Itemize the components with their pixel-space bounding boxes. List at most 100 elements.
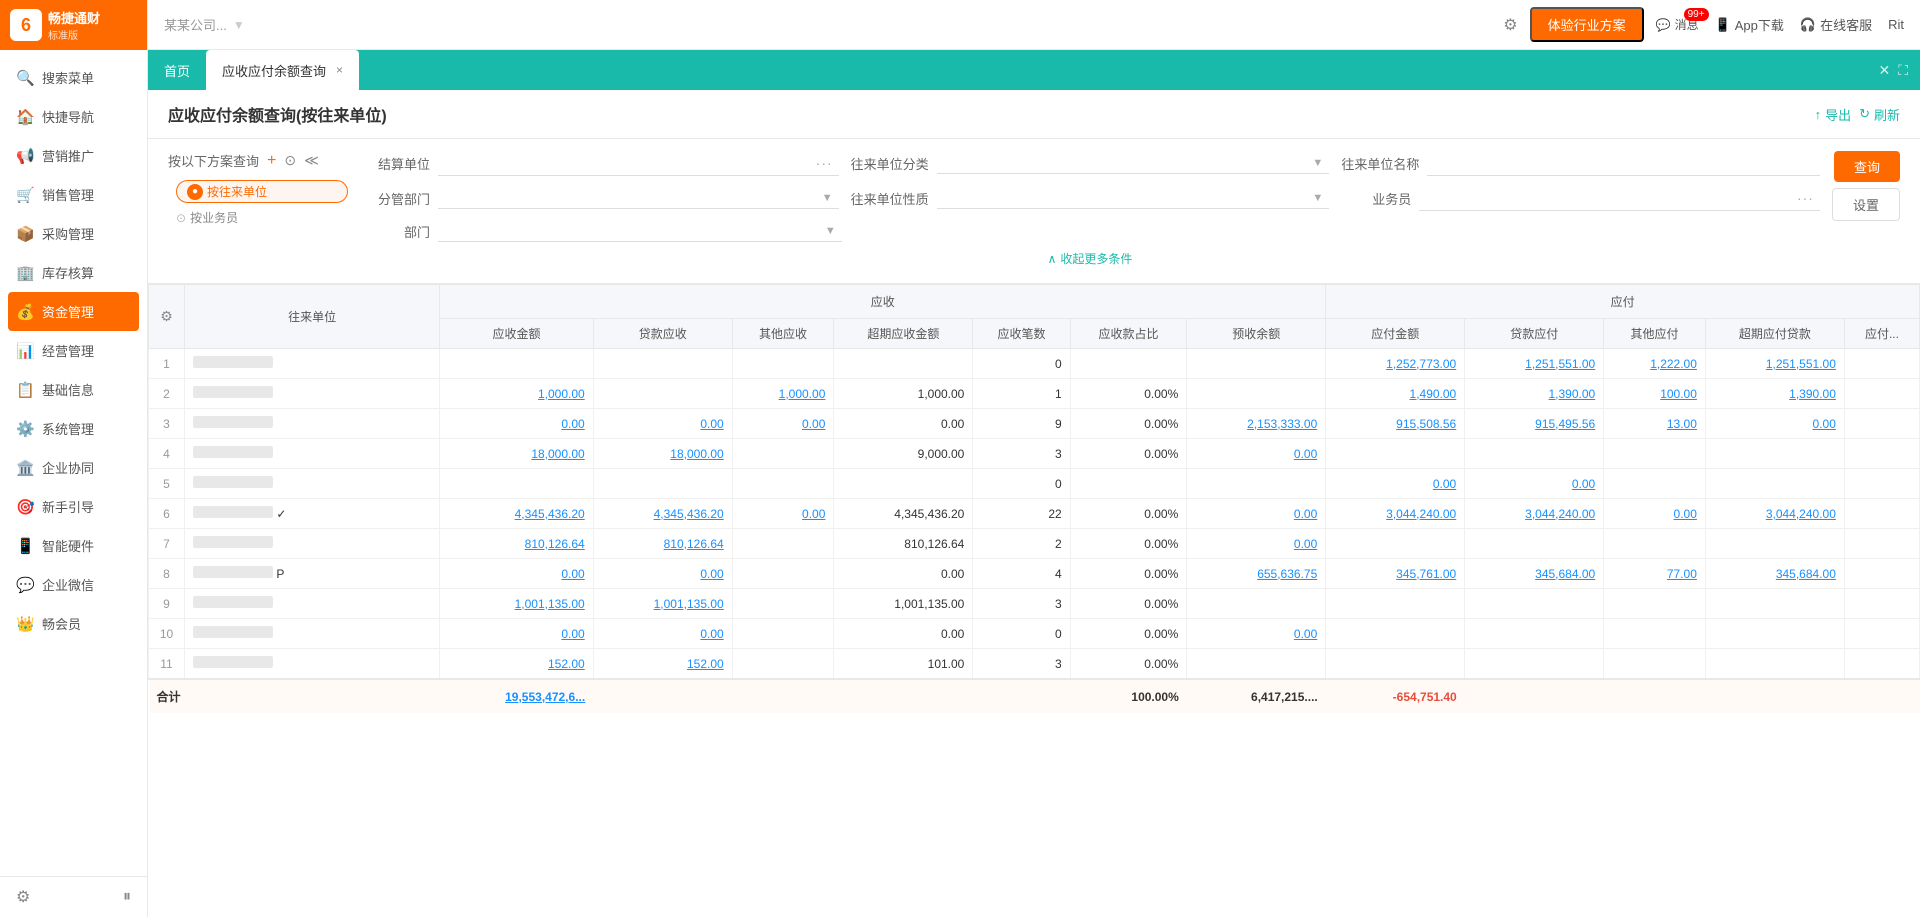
promo-button[interactable]: 体验行业方案 [1530, 7, 1644, 42]
sidebar-item-search[interactable]: 🔍 搜索菜单 [0, 58, 147, 97]
row-prepay[interactable]: 0.00 [1187, 499, 1326, 529]
row-ap-amount[interactable]: 3,044,240.00 [1326, 499, 1465, 529]
sidebar-item-enterprise[interactable]: 🏛️ 企业协同 [0, 448, 147, 487]
row-other-ar[interactable]: 0.00 [732, 499, 834, 529]
filter-scheme-1[interactable]: ● 按往来单位 [176, 180, 348, 203]
service-button[interactable]: 🎧 在线客服 [1800, 15, 1872, 34]
row-other-ap[interactable]: 13.00 [1604, 409, 1706, 439]
row-ap-amount[interactable]: 1,252,773.00 [1326, 349, 1465, 379]
filter-fenguan-select[interactable]: ▼ [438, 188, 839, 209]
filter-xingzhi-select[interactable]: ▼ [937, 188, 1330, 209]
row-loan-ar[interactable]: 18,000.00 [593, 439, 732, 469]
sidebar-item-quick[interactable]: 🏠 快捷导航 [0, 97, 147, 136]
refresh-button[interactable]: ↻ 刷新 [1859, 105, 1900, 124]
topbar-gear-icon[interactable]: ⚙ [1503, 15, 1517, 35]
row-other-ap[interactable]: 100.00 [1604, 379, 1706, 409]
row-ap-amount[interactable]: 915,508.56 [1326, 409, 1465, 439]
row-loan-ap[interactable]: 1,251,551.00 [1465, 349, 1604, 379]
row-other-ap[interactable]: 0.00 [1604, 499, 1706, 529]
row-loan-ap[interactable]: 0.00 [1465, 469, 1604, 499]
row-loan-ap[interactable]: 1,390.00 [1465, 379, 1604, 409]
filter-dept-select[interactable]: ▼ [438, 221, 842, 242]
message-button[interactable]: 💬 消息 99+ [1656, 16, 1699, 33]
sidebar-item-system[interactable]: ⚙️ 系统管理 [0, 409, 147, 448]
row-loan-ar[interactable]: 0.00 [593, 409, 732, 439]
sidebar-item-member[interactable]: 👑 畅会员 [0, 604, 147, 643]
sidebar-item-operation[interactable]: 📊 经营管理 [0, 331, 147, 370]
sidebar-item-hardware[interactable]: 📱 智能硬件 [0, 526, 147, 565]
query-button[interactable]: 查询 [1834, 151, 1900, 182]
sidebar-item-wechat[interactable]: 💬 企业微信 [0, 565, 147, 604]
window-close-icon[interactable]: ✕ [1878, 62, 1890, 79]
footer-ar-total[interactable]: 19,553,472,6... [440, 679, 593, 713]
row-ar-amount[interactable]: 152.00 [440, 649, 593, 680]
row-num: 9 [149, 589, 185, 619]
row-other-ar[interactable]: 1,000.00 [732, 379, 834, 409]
row-prepay[interactable]: 0.00 [1187, 619, 1326, 649]
yewuyuan-dots-icon[interactable]: ··· [1797, 190, 1814, 206]
row-ap-more [1844, 349, 1919, 379]
filter-scheme-icon[interactable]: ⊙ [284, 152, 296, 169]
th-gear[interactable]: ⚙ [149, 285, 185, 349]
collapse-more-row[interactable]: ∧ 收起更多条件 [360, 246, 1820, 271]
row-ap-amount[interactable]: 0.00 [1326, 469, 1465, 499]
tab-close-icon[interactable]: × [336, 63, 343, 77]
row-loan-ar[interactable]: 1,001,135.00 [593, 589, 732, 619]
user-menu[interactable]: Rit [1888, 17, 1904, 32]
row-prepay[interactable]: 0.00 [1187, 439, 1326, 469]
row-ap-amount[interactable]: 345,761.00 [1326, 559, 1465, 589]
tab-home[interactable]: 首页 [148, 50, 206, 90]
set-button[interactable]: 设置 [1832, 188, 1900, 221]
row-overdue-ap[interactable]: 0.00 [1705, 409, 1844, 439]
filter-collapse-icon[interactable]: ≪ [304, 152, 319, 169]
row-overdue-ap[interactable]: 3,044,240.00 [1705, 499, 1844, 529]
row-ar-amount[interactable]: 0.00 [440, 619, 593, 649]
row-ar-amount[interactable]: 0.00 [440, 409, 593, 439]
row-loan-ap[interactable]: 915,495.56 [1465, 409, 1604, 439]
settings-icon[interactable]: ⚙ [16, 887, 30, 907]
window-expand-icon[interactable]: ⛶ [1898, 62, 1908, 79]
jiesuan-dots-icon[interactable]: ··· [816, 155, 833, 171]
row-ar-amount[interactable]: 4,345,436.20 [440, 499, 593, 529]
row-loan-ar[interactable]: 0.00 [593, 619, 732, 649]
sidebar-item-basic[interactable]: 📋 基础信息 [0, 370, 147, 409]
row-loan-ar[interactable]: 810,126.64 [593, 529, 732, 559]
row-overdue-ap[interactable]: 345,684.00 [1705, 559, 1844, 589]
sidebar-item-finance[interactable]: 💰 资金管理 [8, 292, 139, 331]
row-ar-amount[interactable]: 18,000.00 [440, 439, 593, 469]
row-loan-ap[interactable]: 345,684.00 [1465, 559, 1604, 589]
filter-lailaifenlei-select[interactable]: ▼ [937, 153, 1330, 174]
row-overdue-ap[interactable]: 1,390.00 [1705, 379, 1844, 409]
row-loan-ar[interactable]: 152.00 [593, 649, 732, 680]
row-prepay[interactable]: 0.00 [1187, 529, 1326, 559]
row-ar-amount[interactable]: 810,126.64 [440, 529, 593, 559]
app-download-button[interactable]: 📱 App下载 [1715, 15, 1784, 34]
export-button[interactable]: ↑ 导出 [1815, 105, 1852, 124]
sidebar-item-sales[interactable]: 🛒 销售管理 [0, 175, 147, 214]
lailainame-input[interactable] [1427, 152, 1820, 176]
filter-scheme-2[interactable]: ⊙ 按业务员 [176, 209, 348, 226]
row-other-ar[interactable]: 0.00 [732, 409, 834, 439]
row-ar-amount[interactable]: 0.00 [440, 559, 593, 589]
row-ap-amount[interactable]: 1,490.00 [1326, 379, 1465, 409]
row-other-ap[interactable]: 1,222.00 [1604, 349, 1706, 379]
row-other-ap[interactable]: 77.00 [1604, 559, 1706, 589]
table-settings-icon[interactable]: ⚙ [160, 308, 173, 324]
row-loan-ap[interactable]: 3,044,240.00 [1465, 499, 1604, 529]
filter-add-icon[interactable]: + [267, 152, 276, 170]
row-ar-amount[interactable]: 1,001,135.00 [440, 589, 593, 619]
row-ar-amount[interactable]: 1,000.00 [440, 379, 593, 409]
tab-ar-ap[interactable]: 应收应付余额查询 × [206, 50, 359, 90]
row-loan-ar[interactable]: 4,345,436.20 [593, 499, 732, 529]
sidebar-item-marketing[interactable]: 📢 营销推广 [0, 136, 147, 175]
row-loan-ar[interactable]: 0.00 [593, 559, 732, 589]
sidebar-item-inventory[interactable]: 🏢 库存核算 [0, 253, 147, 292]
row-prepay[interactable]: 2,153,333.00 [1187, 409, 1326, 439]
sidebar-item-purchase[interactable]: 📦 采购管理 [0, 214, 147, 253]
filter-yewuyuan-input[interactable]: ··· [1419, 186, 1820, 211]
row-prepay[interactable]: 655,636.75 [1187, 559, 1326, 589]
filter-jiesuan-input[interactable]: ··· [438, 151, 839, 176]
sidebar-item-guide[interactable]: 🎯 新手引导 [0, 487, 147, 526]
row-overdue-ap[interactable]: 1,251,551.00 [1705, 349, 1844, 379]
collapse-icon[interactable]: ⏸ [123, 888, 131, 906]
